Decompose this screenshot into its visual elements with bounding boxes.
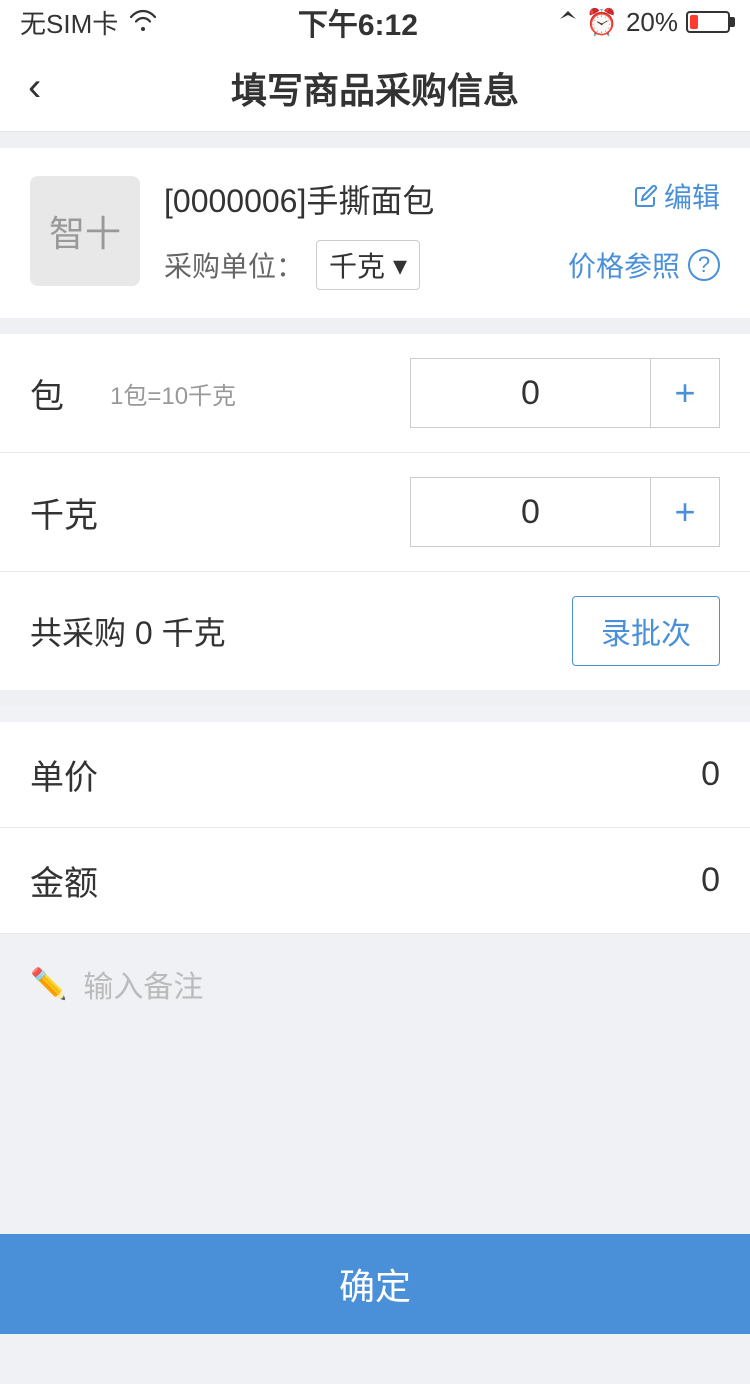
price-ref-button[interactable]: 价格参照 ? [568,245,720,285]
product-name: [0000006]手撕面包 [164,176,434,222]
bao-sub-label: 1包=10千克 [110,376,390,411]
help-icon[interactable]: ? [688,249,720,281]
summary-text: 共采购 0 千克 [30,608,226,654]
batch-button[interactable]: 录批次 [572,596,720,666]
kg-number-input[interactable] [410,477,650,547]
mid-divider-2 [0,690,750,706]
product-card: 智十 [0000006]手撕面包 编辑 采购单位： 千克 ▾ [0,148,750,318]
price-label: 单价 [30,750,98,799]
location-icon [558,7,578,38]
page-title: 填写商品采购信息 [231,62,519,114]
product-logo: 智十 [49,205,121,257]
product-info: [0000006]手撕面包 编辑 采购单位： 千克 ▾ 价格参照 ? [164,176,720,290]
battery-icon [686,11,730,33]
battery-percent: 20% [626,7,678,38]
bao-input-row: 包 1包=10千克 + [0,334,750,453]
dropdown-arrow-icon: ▾ [393,249,407,282]
nav-bar: ‹ 填写商品采购信息 [0,44,750,132]
confirm-button[interactable]: 确定 [0,1234,750,1334]
edit-button[interactable]: 编辑 [634,176,720,216]
price-row: 单价 0 [0,722,750,828]
status-left: 无SIM卡 [20,4,158,41]
amount-value: 0 [701,861,720,900]
summary-row: 共采购 0 千克 录批次 [0,572,750,690]
product-title-row: [0000006]手撕面包 编辑 [164,176,720,222]
product-image: 智十 [30,176,140,286]
product-unit-row: 采购单位： 千克 ▾ 价格参照 ? [164,240,720,290]
price-ref-label: 价格参照 [568,245,680,285]
bao-number-input[interactable] [410,358,650,428]
status-right: ⏰ 20% [558,7,730,38]
notes-section[interactable]: ✏️ 输入备注 [0,934,750,1034]
bao-input-right: + [410,358,720,428]
amount-row: 金额 0 [0,828,750,934]
kg-input-row: 千克 + [0,453,750,572]
price-section: 单价 0 金额 0 [0,722,750,934]
input-section: 包 1包=10千克 + 千克 + [0,334,750,572]
alarm-icon: ⏰ [586,7,618,38]
mid-divider-1 [0,318,750,334]
status-time: 下午6:12 [298,0,418,44]
notes-placeholder: 输入备注 [83,962,203,1006]
edit-label: 编辑 [664,176,720,216]
bao-label: 包 [30,369,90,418]
unit-prefix: 采购单位： [164,245,304,285]
kg-plus-button[interactable]: + [650,477,720,547]
top-divider [0,132,750,148]
signal-text: 无SIM卡 [20,4,118,41]
unit-value: 千克 [329,245,385,285]
unit-select[interactable]: 千克 ▾ [316,240,420,290]
bao-plus-button[interactable]: + [650,358,720,428]
price-value: 0 [701,755,720,794]
back-button[interactable]: ‹ [28,65,41,110]
pencil-icon: ✏️ [30,967,67,1002]
summary-amount: 0 [135,615,153,651]
status-bar: 无SIM卡 下午6:12 ⏰ 20% [0,0,750,44]
wifi-icon [128,7,158,38]
amount-label: 金额 [30,856,98,905]
kg-label: 千克 [30,488,98,537]
kg-input-right: + [410,477,720,547]
